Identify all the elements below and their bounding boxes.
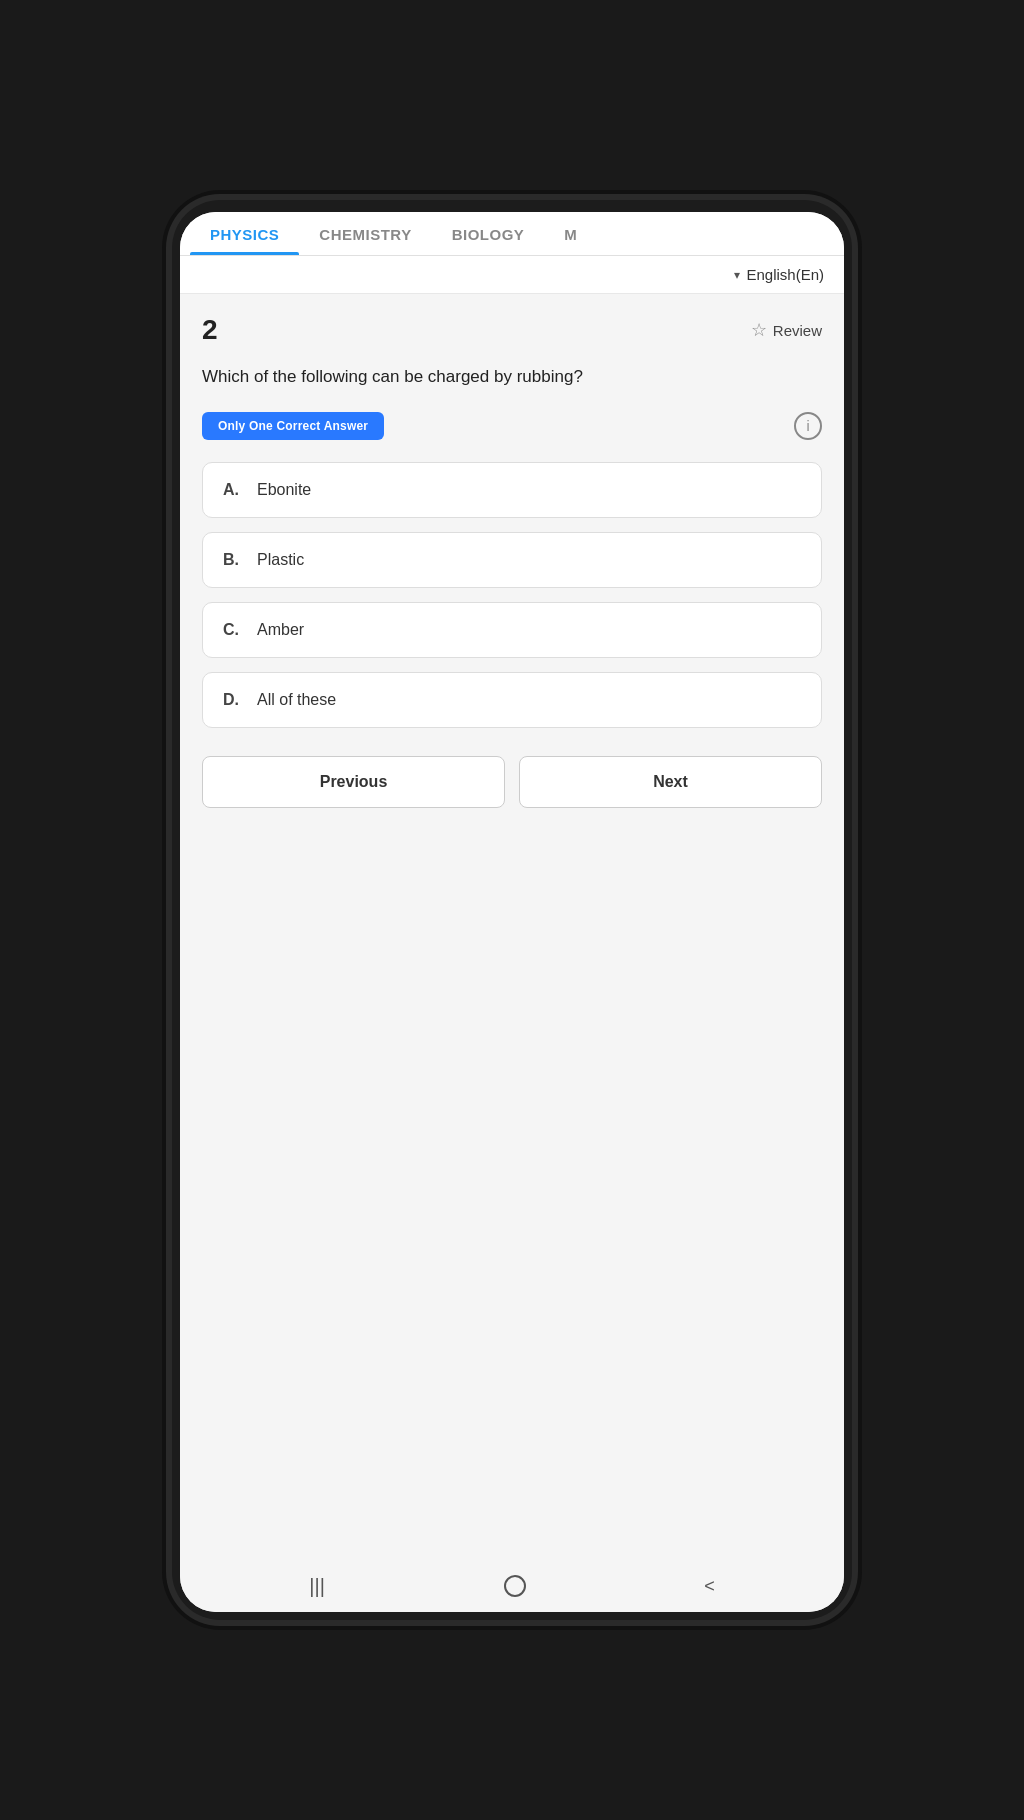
option-a-text: Ebonite — [257, 481, 311, 499]
option-b-text: Plastic — [257, 551, 304, 569]
option-b-label: B. — [223, 551, 243, 569]
tab-biology[interactable]: BIOLOGY — [432, 212, 545, 255]
option-d-text: All of these — [257, 691, 336, 709]
star-icon: ☆ — [751, 319, 767, 341]
recent-apps-icon[interactable]: ||| — [309, 1575, 325, 1598]
options-list: A. Ebonite B. Plastic C. Amber D. All of… — [202, 462, 822, 728]
language-selector[interactable]: ▾ English(En) — [734, 266, 824, 283]
badge-row: Only One Correct Answer i — [202, 412, 822, 440]
info-icon[interactable]: i — [794, 412, 822, 440]
content-area: 2 ☆ Review Which of the following can be… — [180, 294, 844, 1560]
option-d-label: D. — [223, 691, 243, 709]
phone-screen: PHYSICS CHEMISTRY BIOLOGY M ▾ English(En… — [180, 212, 844, 1612]
option-b[interactable]: B. Plastic — [202, 532, 822, 588]
next-button[interactable]: Next — [519, 756, 822, 808]
previous-button[interactable]: Previous — [202, 756, 505, 808]
chevron-down-icon: ▾ — [734, 268, 740, 282]
question-number: 2 — [202, 314, 218, 346]
android-nav-bar: ||| < — [180, 1560, 844, 1612]
back-icon[interactable]: < — [704, 1576, 715, 1597]
option-c[interactable]: C. Amber — [202, 602, 822, 658]
answer-type-badge: Only One Correct Answer — [202, 412, 384, 440]
option-a-label: A. — [223, 481, 243, 499]
tabs-bar: PHYSICS CHEMISTRY BIOLOGY M — [180, 212, 844, 256]
phone-frame: PHYSICS CHEMISTRY BIOLOGY M ▾ English(En… — [172, 200, 852, 1620]
language-bar: ▾ English(En) — [180, 256, 844, 294]
home-icon[interactable] — [504, 1575, 526, 1597]
tab-m[interactable]: M — [544, 212, 597, 255]
nav-buttons: Previous Next — [202, 756, 822, 818]
tab-physics[interactable]: PHYSICS — [190, 212, 299, 255]
option-d[interactable]: D. All of these — [202, 672, 822, 728]
option-c-label: C. — [223, 621, 243, 639]
language-label: English(En) — [746, 266, 824, 283]
option-c-text: Amber — [257, 621, 304, 639]
review-button[interactable]: ☆ Review — [751, 319, 822, 341]
question-header: 2 ☆ Review — [202, 314, 822, 346]
option-a[interactable]: A. Ebonite — [202, 462, 822, 518]
review-label: Review — [773, 322, 822, 339]
question-text: Which of the following can be charged by… — [202, 364, 822, 390]
tab-chemistry[interactable]: CHEMISTRY — [299, 212, 431, 255]
